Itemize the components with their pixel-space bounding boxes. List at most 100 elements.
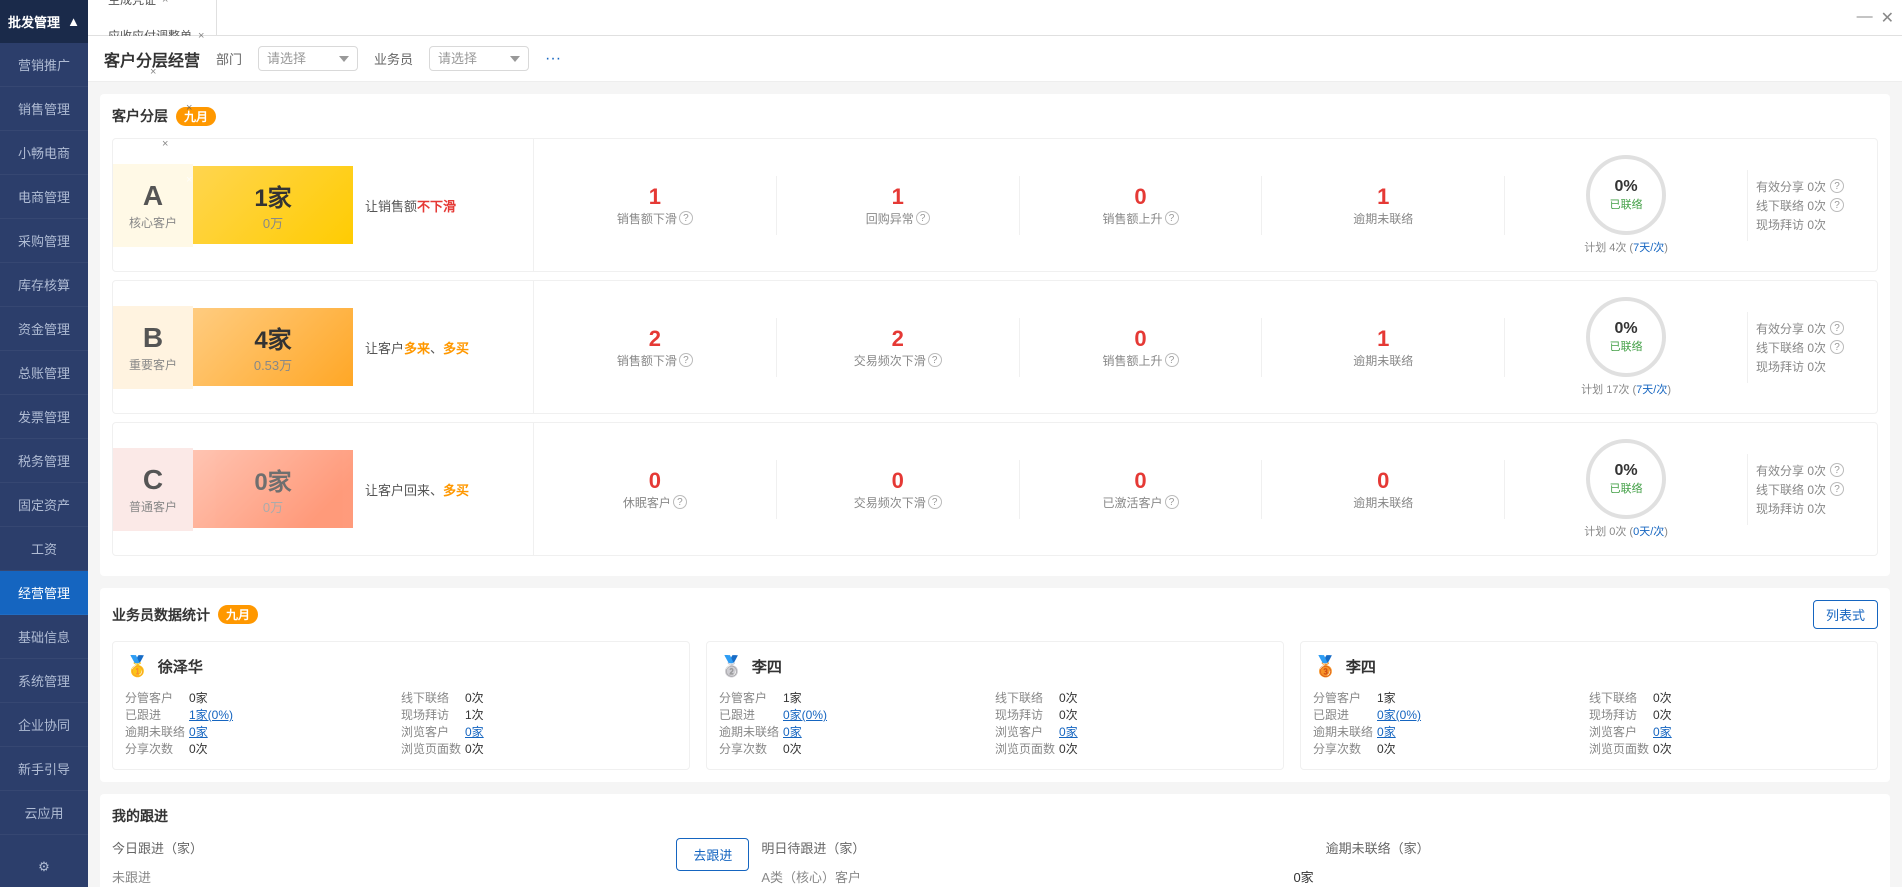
circle-B: 0% 已联络 (1586, 297, 1666, 377)
sidebar-item-总账管理[interactable]: 总账管理 (0, 351, 88, 395)
staff-select[interactable]: 请选择 (429, 46, 529, 71)
info-icon[interactable]: ? (1830, 340, 1844, 354)
info-icon[interactable]: ? (928, 495, 942, 509)
stat-label: 销售额上升 ? (1102, 210, 1178, 227)
sidebar-settings[interactable]: ⚙ (0, 847, 88, 887)
stat-item-逾期未联络: 0逾期未联络 (1262, 460, 1505, 519)
sidebar-item-发票管理[interactable]: 发票管理 (0, 395, 88, 439)
tier-letter-C: C (143, 464, 163, 496)
sidebar-item-资金管理[interactable]: 资金管理 (0, 307, 88, 351)
stat-label: 逾期未联络 (1353, 494, 1413, 511)
tab-close-工资统计报表[interactable]: × (186, 102, 192, 114)
info-icon[interactable]: ? (1830, 463, 1844, 477)
tier-count-C: 0家0万 (193, 450, 353, 528)
sidebar-item-经营管理[interactable]: 经营管理 (0, 571, 88, 615)
sidebar-item-小畅电商[interactable]: 小畅电商 (0, 131, 88, 175)
sidebar: 批发管理 ▲ 营销推广销售管理小畅电商电商管理采购管理库存核算资金管理总账管理发… (0, 0, 88, 887)
info-icon[interactable]: ? (1165, 211, 1179, 225)
stat-num: 1 (892, 184, 904, 210)
tier-letter-A: A (143, 180, 163, 212)
tab-close-客户分层经营[interactable]: × (186, 174, 192, 186)
stat-label: 回购异常 ? (866, 210, 930, 227)
stat-num: 1 (1377, 326, 1389, 352)
info-icon[interactable]: ? (679, 353, 693, 367)
info-icon[interactable]: ? (1165, 353, 1179, 367)
window-close-icon[interactable]: ✕ (1881, 8, 1894, 28)
sidebar-item-营销推广[interactable]: 营销推广 (0, 43, 88, 87)
tier-month-badge[interactable]: 九月 (176, 107, 216, 126)
info-icon[interactable]: ? (1830, 179, 1844, 193)
sidebar-item-企业协同[interactable]: 企业协同 (0, 703, 88, 747)
biz-month-badge[interactable]: 九月 (218, 605, 258, 624)
sidebar-item-工资[interactable]: 工资 (0, 527, 88, 571)
tier-suggestion-A: 让销售额不下滑 (353, 184, 533, 227)
tier-suggestion-B: 让客户多来、多买 (353, 326, 533, 369)
sidebar-item-新手引导[interactable]: 新手引导 (0, 747, 88, 791)
medal-icon-1: 🥈 (719, 654, 744, 679)
stat-num: 0 (1134, 184, 1146, 210)
tab-生成凭证[interactable]: 生成凭证× (96, 0, 217, 18)
window-minimize-icon[interactable]: — (1857, 8, 1873, 28)
list-view-button[interactable]: 列表式 (1813, 600, 1878, 629)
today-follow-card: 今日跟进（家） 未跟进 已联络 未联络 (112, 838, 664, 887)
sidebar-item-电商管理[interactable]: 电商管理 (0, 175, 88, 219)
stat-num: 0 (1134, 326, 1146, 352)
tier-name-C: 普通客户 (129, 498, 177, 515)
biz-stats-section: 业务员数据统计 九月 列表式 🥇徐泽华分管客户0家已跟进1家(0%)逾期未联络0… (100, 588, 1890, 782)
staff-card-2: 🥉李四分管客户1家已跟进0家(0%)逾期未联络0家分享次数0次线下联络0次现场拜… (1300, 641, 1878, 770)
tomorrow-follow-card: 明日待跟进（家） A类（核心）客户0家 (761, 838, 1313, 887)
stat-num: 2 (892, 326, 904, 352)
stat-num: 0 (892, 468, 904, 494)
info-icon[interactable]: ? (679, 211, 693, 225)
sidebar-item-云应用[interactable]: 云应用 (0, 791, 88, 835)
stat-label: 休眠客户 ? (623, 494, 687, 511)
sidebar-header[interactable]: 批发管理 ▲ (0, 0, 88, 43)
follow-section-title: 我的跟进 (112, 806, 1878, 826)
sidebar-item-销售管理[interactable]: 销售管理 (0, 87, 88, 131)
side-stats-A: 有效分享 0次?线下联络 0次?现场拜访 0次 (1747, 170, 1877, 241)
stat-item-逾期未联络: 1逾期未联络 (1262, 176, 1505, 235)
stat-item-回购异常: 1回购异常 ? (777, 176, 1020, 235)
sidebar-item-税务管理[interactable]: 税务管理 (0, 439, 88, 483)
circle-stat-B: 0% 已联络 计划 17次 (7天/次) (1505, 289, 1747, 405)
side-stats-B: 有效分享 0次?线下联络 0次?现场拜访 0次 (1747, 312, 1877, 383)
info-icon[interactable]: ? (928, 353, 942, 367)
stat-num: 0 (1377, 468, 1389, 494)
medal-icon-0: 🥇 (125, 654, 150, 679)
sidebar-item-基础信息[interactable]: 基础信息 (0, 615, 88, 659)
more-filter-icon[interactable]: ··· (545, 50, 561, 68)
tab-close-工资表[interactable]: × (150, 66, 156, 78)
dept-select[interactable]: 请选择 (258, 46, 358, 71)
follow-section: 我的跟进 今日跟进（家） 未跟进 已联络 未联络 去跟进 明日待跟进（家） A类… (100, 794, 1890, 887)
staff-name-1: 李四 (752, 656, 782, 677)
info-icon[interactable]: ? (1830, 198, 1844, 212)
sidebar-item-固定资产[interactable]: 固定资产 (0, 483, 88, 527)
circle-stat-A: 0% 已联络 计划 4次 (7天/次) (1505, 147, 1747, 263)
tab-close-生成凭证[interactable]: × (162, 0, 168, 6)
overdue-follow-card: 逾期未联络（家） (1326, 838, 1878, 865)
tier-letter-B: B (143, 322, 163, 354)
tab-close-商品分析[interactable]: × (162, 138, 168, 150)
info-icon[interactable]: ? (916, 211, 930, 225)
stat-num: 0 (1134, 468, 1146, 494)
info-icon[interactable]: ? (1830, 482, 1844, 496)
info-icon[interactable]: ? (1165, 495, 1179, 509)
staff-card-1: 🥈李四分管客户1家已跟进0家(0%)逾期未联络0家分享次数0次线下联络0次现场拜… (706, 641, 1284, 770)
sidebar-item-系统管理[interactable]: 系统管理 (0, 659, 88, 703)
dept-label: 部门 (216, 49, 242, 68)
tier-count-B: 4家0.53万 (193, 308, 353, 386)
staff-name-0: 徐泽华 (158, 656, 203, 677)
today-follow-rows: 未跟进 已联络 未联络 (112, 865, 664, 887)
stat-item-销售额上升: 0销售额上升 ? (1020, 318, 1263, 377)
sidebar-item-库存核算[interactable]: 库存核算 (0, 263, 88, 307)
sidebar-item-采购管理[interactable]: 采购管理 (0, 219, 88, 263)
go-follow-button[interactable]: 去跟进 (676, 838, 749, 871)
stat-num: 1 (1377, 184, 1389, 210)
tier-row-A: A核心客户1家0万让销售额不下滑1销售额下滑 ?1回购异常 ?0销售额上升 ?1… (112, 138, 1878, 272)
tier-count-wan-A: 0万 (263, 213, 283, 232)
staff-card-0: 🥇徐泽华分管客户0家已跟进1家(0%)逾期未联络0家分享次数0次线下联络0次现场… (112, 641, 690, 770)
info-icon[interactable]: ? (673, 495, 687, 509)
info-icon[interactable]: ? (1830, 321, 1844, 335)
stat-item-休眠客户: 0休眠客户 ? (534, 460, 777, 519)
tab-close-应收应付调整单[interactable]: × (198, 30, 204, 42)
